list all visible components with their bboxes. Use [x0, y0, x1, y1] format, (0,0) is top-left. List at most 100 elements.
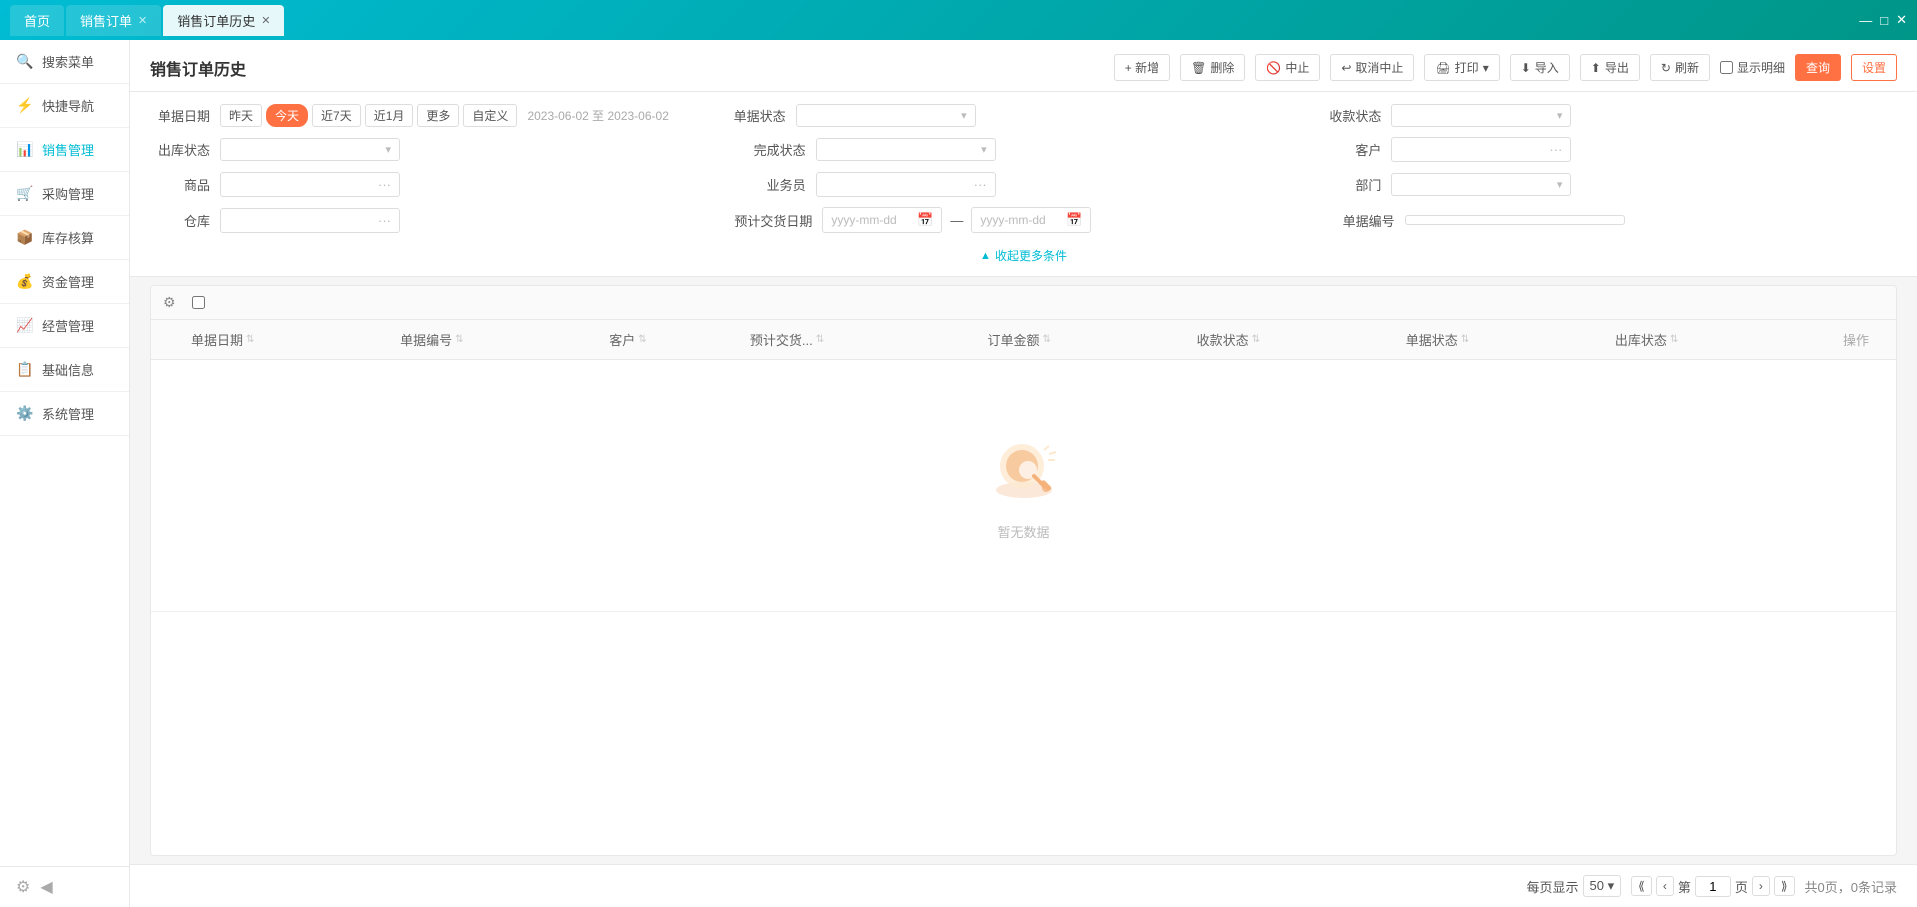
sidebar: 🔍 搜索菜单 ⚡ 快捷导航 📊 销售管理 🛒 采购管理 📦 库存核算 💰 资金管…	[0, 40, 130, 907]
page-next-button[interactable]: ›	[1752, 876, 1770, 896]
refresh-button[interactable]: ↻ 刷新	[1650, 54, 1710, 81]
sidebar-item-quick-nav[interactable]: ⚡ 快捷导航	[0, 84, 129, 128]
date-btn-today[interactable]: 今天	[266, 104, 308, 127]
page-last-button[interactable]: ⟫	[1774, 876, 1795, 896]
tab-sales-order-history-close[interactable]: ✕	[261, 14, 270, 27]
inventory-icon: 📦	[16, 229, 34, 246]
th-delivery-date[interactable]: 预计交货... ⇅	[742, 320, 980, 360]
th-no[interactable]: 单据编号 ⇅	[392, 320, 601, 360]
maximize-button[interactable]: □	[1880, 13, 1888, 28]
date-btn-custom[interactable]: 自定义	[463, 104, 517, 127]
show-detail-input[interactable]	[1720, 61, 1733, 74]
th-payment-status-sort-icon[interactable]: ⇅	[1252, 334, 1260, 345]
collapse-bar[interactable]: ▲ 收起更多条件	[150, 243, 1897, 264]
th-out-status-label: 出库状态	[1615, 330, 1667, 349]
settings-bottom-icon[interactable]: ⚙	[16, 877, 30, 897]
sidebar-item-quick-nav-label: 快捷导航	[42, 96, 94, 115]
delete-button[interactable]: 🗑 删除	[1180, 54, 1245, 81]
filter-row-status: 出库状态 ▾ 完成状态 ▾ 客户	[150, 137, 1897, 162]
th-order-status[interactable]: 单据状态 ⇅	[1398, 320, 1607, 360]
dept-select[interactable]: ▾	[1391, 173, 1571, 196]
page-input[interactable]	[1695, 876, 1731, 897]
date-btn-7days[interactable]: 近7天	[312, 104, 361, 127]
salesman-dots-icon[interactable]: ···	[974, 177, 987, 192]
dept-label: 部门	[1341, 175, 1391, 194]
close-button[interactable]: ✕	[1896, 12, 1907, 28]
th-date-sort-icon[interactable]: ⇅	[246, 334, 254, 345]
delete-label: 删除	[1210, 59, 1234, 76]
date-btn-yesterday[interactable]: 昨天	[220, 104, 262, 127]
order-status-select[interactable]: ▾	[796, 104, 976, 127]
delivery-date-end[interactable]: yyyy-mm-dd 📅	[971, 207, 1091, 233]
sidebar-item-purchase-mgmt[interactable]: 🛒 采购管理	[0, 172, 129, 216]
sidebar-item-search-menu[interactable]: 🔍 搜索菜单	[0, 40, 129, 84]
print-button[interactable]: 🖨 打印 ▾	[1424, 54, 1499, 81]
th-out-status-sort-icon[interactable]: ⇅	[1670, 334, 1678, 345]
delivery-date-start[interactable]: yyyy-mm-dd 📅	[822, 207, 942, 233]
customer-control: ···	[1391, 137, 1897, 162]
date-range-text: 2023-06-02 至 2023-06-02	[527, 107, 668, 124]
th-customer[interactable]: 客户 ⇅	[601, 320, 742, 360]
stop-label: 中止	[1285, 59, 1309, 76]
goods-control: ···	[220, 172, 726, 197]
sales-mgmt-icon: 📊	[16, 141, 34, 158]
sidebar-item-operations[interactable]: 📈 经营管理	[0, 304, 129, 348]
th-order-status-sort-icon[interactable]: ⇅	[1461, 334, 1469, 345]
th-date[interactable]: 单据日期 ⇅	[183, 320, 392, 360]
page-prev-button[interactable]: ‹	[1656, 876, 1674, 896]
minimize-button[interactable]: —	[1859, 13, 1872, 28]
sidebar-item-finance-label: 资金管理	[42, 272, 94, 291]
sidebar-item-sales-mgmt[interactable]: 📊 销售管理	[0, 128, 129, 172]
tab-sales-order[interactable]: 销售订单 ✕	[66, 5, 161, 36]
payment-status-select[interactable]: ▾	[1391, 104, 1571, 127]
import-button[interactable]: ⬇ 导入	[1510, 54, 1570, 81]
sidebar-item-finance[interactable]: 💰 资金管理	[0, 260, 129, 304]
goods-dots-icon[interactable]: ···	[378, 177, 391, 192]
tab-sales-order-label: 销售订单	[80, 11, 132, 30]
th-customer-sort-icon[interactable]: ⇅	[638, 334, 646, 345]
show-detail-checkbox[interactable]: 显示明细	[1720, 59, 1785, 76]
th-customer-label: 客户	[609, 330, 635, 349]
date-btn-1month[interactable]: 近1月	[365, 104, 414, 127]
th-payment-status[interactable]: 收款状态 ⇅	[1189, 320, 1398, 360]
search-menu-icon: 🔍	[16, 53, 34, 70]
complete-status-select[interactable]: ▾	[816, 138, 996, 161]
export-button[interactable]: ⬆ 导出	[1580, 54, 1640, 81]
th-amount-sort-icon[interactable]: ⇅	[1043, 334, 1051, 345]
tab-sales-order-close[interactable]: ✕	[138, 14, 147, 27]
search-button[interactable]: 查询	[1795, 54, 1841, 81]
page-nav: ⟪ ‹ 第 页 › ⟫	[1631, 876, 1794, 897]
toolbar: + 新增 🗑 删除 🚫 中止 ↩ 取消中止 🖨 打印 ▾	[1114, 54, 1897, 81]
cancel-stop-button[interactable]: ↩ 取消中止	[1330, 54, 1414, 81]
cancel-stop-label: 取消中止	[1355, 59, 1403, 76]
collapse-sidebar-icon[interactable]: ◀	[40, 877, 52, 897]
sidebar-item-basic-info[interactable]: 📋 基础信息	[0, 348, 129, 392]
new-button[interactable]: + 新增	[1114, 54, 1170, 81]
out-stock-select[interactable]: ▾	[220, 138, 400, 161]
page-first-button[interactable]: ⟪	[1631, 876, 1652, 896]
page-size-dropdown[interactable]: 50 ▾	[1583, 875, 1622, 897]
sidebar-item-system-mgmt[interactable]: ⚙️ 系统管理	[0, 392, 129, 436]
th-delivery-date-sort-icon[interactable]: ⇅	[816, 334, 824, 345]
th-amount[interactable]: 订单金额 ⇅	[979, 320, 1188, 360]
settings-button[interactable]: 设置	[1851, 54, 1897, 81]
th-no-sort-icon[interactable]: ⇅	[455, 334, 463, 345]
salesman-label: 业务员	[746, 175, 816, 194]
table-settings-icon[interactable]: ⚙	[163, 294, 176, 311]
th-out-status[interactable]: 出库状态 ⇅	[1607, 320, 1816, 360]
warehouse-dots-icon[interactable]: ···	[378, 213, 391, 228]
select-all-checkbox[interactable]	[192, 296, 205, 309]
tab-sales-order-history[interactable]: 销售订单历史 ✕	[163, 5, 284, 36]
page-size-value: 50	[1590, 878, 1604, 893]
customer-dots-icon[interactable]: ···	[1549, 142, 1562, 157]
system-mgmt-icon: ⚙️	[16, 405, 34, 422]
payment-status-label: 收款状态	[1321, 106, 1391, 125]
table-area: ⚙ 单据日期 ⇅	[150, 285, 1897, 856]
complete-status-label: 完成状态	[746, 140, 816, 159]
stop-button[interactable]: 🚫 中止	[1255, 54, 1320, 81]
finance-icon: 💰	[16, 273, 34, 290]
export-label: 导出	[1605, 59, 1629, 76]
date-btn-more[interactable]: 更多	[417, 104, 459, 127]
tab-home[interactable]: 首页	[10, 5, 64, 36]
sidebar-item-inventory[interactable]: 📦 库存核算	[0, 216, 129, 260]
